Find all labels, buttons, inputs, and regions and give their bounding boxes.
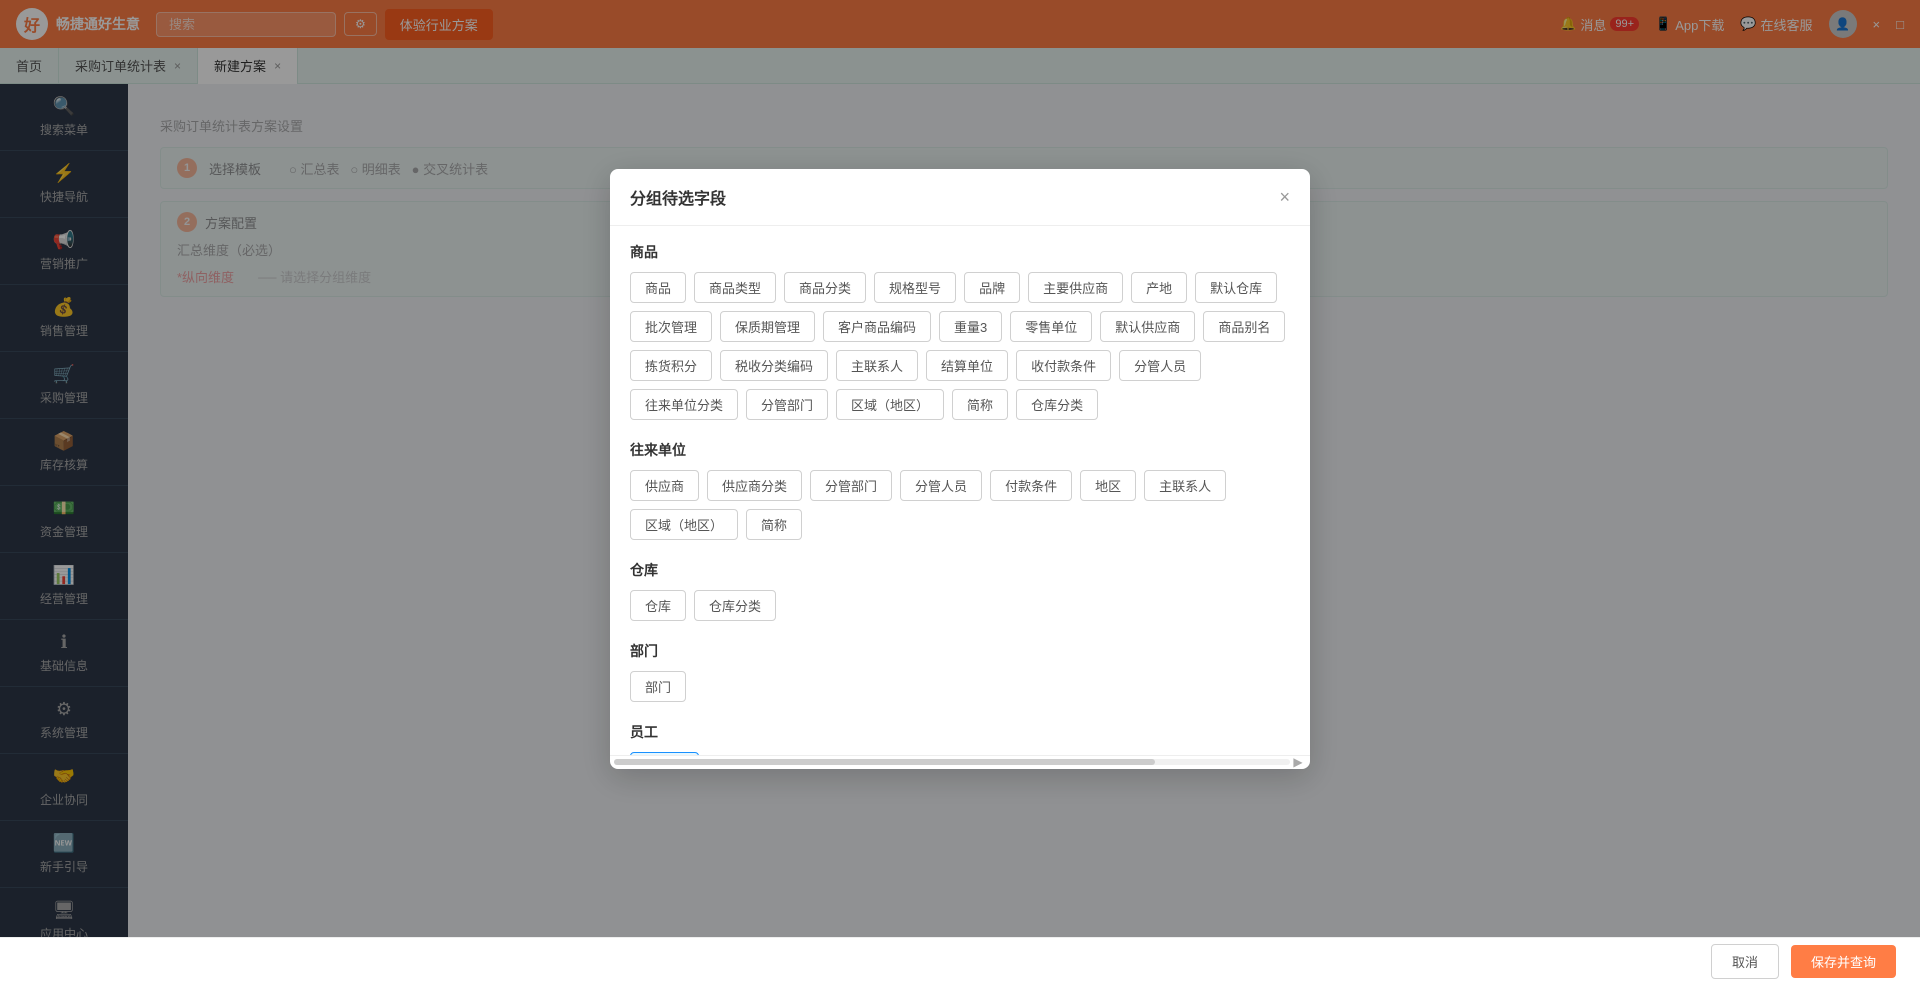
field-tag-weight[interactable]: 重量3 <box>939 311 1002 342</box>
field-tag-partner-category[interactable]: 往来单位分类 <box>630 389 738 420</box>
section-goods: 商品 商品 商品类型 商品分类 规格型号 品牌 主要供应商 产地 默认仓库 批次… <box>630 242 1290 420</box>
field-tag-goods-category[interactable]: 商品分类 <box>784 272 866 303</box>
field-tag-dept-partner[interactable]: 分管部门 <box>810 470 892 501</box>
section-warehouse-title: 仓库 <box>630 560 1290 580</box>
section-goods-title: 商品 <box>630 242 1290 262</box>
field-tag-warehouse-category[interactable]: 仓库分类 <box>694 590 776 621</box>
modal-header: 分组待选字段 × <box>610 169 1310 226</box>
bottom-bar: 取消 保存并查询 <box>0 937 1920 985</box>
modal: 分组待选字段 × 商品 商品 商品类型 商品分类 规格型号 品牌 主要供应商 产… <box>610 169 1310 769</box>
field-tag-goods-type[interactable]: 商品类型 <box>694 272 776 303</box>
section-employee-tags: 业务员 <box>630 752 1290 755</box>
section-partner-title: 往来单位 <box>630 440 1290 460</box>
section-goods-tags: 商品 商品类型 商品分类 规格型号 品牌 主要供应商 产地 默认仓库 批次管理 … <box>630 272 1290 420</box>
hscroll-right-btn[interactable]: ▶ <box>1290 755 1306 769</box>
field-tag-region-partner[interactable]: 区域（地区） <box>630 509 738 540</box>
field-tag-expiry-mgmt[interactable]: 保质期管理 <box>720 311 815 342</box>
field-tag-default-supplier[interactable]: 默认供应商 <box>1100 311 1195 342</box>
field-tag-abbr-partner[interactable]: 简称 <box>746 509 802 540</box>
modal-overlay: 分组待选字段 × 商品 商品 商品类型 商品分类 规格型号 品牌 主要供应商 产… <box>0 0 1920 937</box>
field-tag-main-supplier[interactable]: 主要供应商 <box>1028 272 1123 303</box>
field-tag-dept[interactable]: 部门 <box>630 671 686 702</box>
field-tag-brand[interactable]: 品牌 <box>964 272 1020 303</box>
field-tag-region-goods[interactable]: 区域（地区） <box>836 389 944 420</box>
field-tag-area[interactable]: 地区 <box>1080 470 1136 501</box>
modal-close-btn[interactable]: × <box>1279 188 1290 206</box>
field-tag-customer-code[interactable]: 客户商品编码 <box>823 311 931 342</box>
field-tag-payment-terms[interactable]: 收付款条件 <box>1016 350 1111 381</box>
confirm-button[interactable]: 保存并查询 <box>1791 945 1896 978</box>
section-dept-title: 部门 <box>630 641 1290 661</box>
field-tag-payment-cond[interactable]: 付款条件 <box>990 470 1072 501</box>
field-tag-warehouse[interactable]: 仓库 <box>630 590 686 621</box>
field-tag-retail-unit[interactable]: 零售单位 <box>1010 311 1092 342</box>
section-employee-title: 员工 <box>630 722 1290 742</box>
section-warehouse: 仓库 仓库 仓库分类 <box>630 560 1290 621</box>
field-tag-settlement-unit[interactable]: 结算单位 <box>926 350 1008 381</box>
field-tag-warehouse-cat[interactable]: 仓库分类 <box>1016 389 1098 420</box>
field-tag-supervisor-partner[interactable]: 分管人员 <box>900 470 982 501</box>
section-partner-tags: 供应商 供应商分类 分管部门 分管人员 付款条件 地区 主联系人 区域（地区） … <box>630 470 1290 540</box>
field-tag-goods-alias[interactable]: 商品别名 <box>1203 311 1285 342</box>
section-partner: 往来单位 供应商 供应商分类 分管部门 分管人员 付款条件 地区 主联系人 区域… <box>630 440 1290 540</box>
field-tag-spec-model[interactable]: 规格型号 <box>874 272 956 303</box>
field-tag-abbr[interactable]: 简称 <box>952 389 1008 420</box>
section-dept: 部门 部门 <box>630 641 1290 702</box>
section-employee: 员工 业务员 <box>630 722 1290 755</box>
cancel-button[interactable]: 取消 <box>1711 944 1779 979</box>
field-tag-batch-mgmt[interactable]: 批次管理 <box>630 311 712 342</box>
modal-title: 分组待选字段 <box>630 185 726 209</box>
modal-hscrollbar[interactable]: ▶ <box>610 755 1310 769</box>
section-warehouse-tags: 仓库 仓库分类 <box>630 590 1290 621</box>
field-tag-pick-score[interactable]: 拣货积分 <box>630 350 712 381</box>
field-tag-dept-mgmt[interactable]: 分管部门 <box>746 389 828 420</box>
field-tag-supervisor[interactable]: 分管人员 <box>1119 350 1201 381</box>
field-tag-origin[interactable]: 产地 <box>1131 272 1187 303</box>
field-tag-goods[interactable]: 商品 <box>630 272 686 303</box>
field-tag-supplier[interactable]: 供应商 <box>630 470 699 501</box>
field-tag-salesperson[interactable]: 业务员 <box>630 752 699 755</box>
modal-body: 商品 商品 商品类型 商品分类 规格型号 品牌 主要供应商 产地 默认仓库 批次… <box>610 226 1310 755</box>
field-tag-main-contact[interactable]: 主联系人 <box>836 350 918 381</box>
section-dept-tags: 部门 <box>630 671 1290 702</box>
field-tag-main-contact-partner[interactable]: 主联系人 <box>1144 470 1226 501</box>
field-tag-default-warehouse[interactable]: 默认仓库 <box>1195 272 1277 303</box>
field-tag-supplier-cat[interactable]: 供应商分类 <box>707 470 802 501</box>
field-tag-tax-code[interactable]: 税收分类编码 <box>720 350 828 381</box>
